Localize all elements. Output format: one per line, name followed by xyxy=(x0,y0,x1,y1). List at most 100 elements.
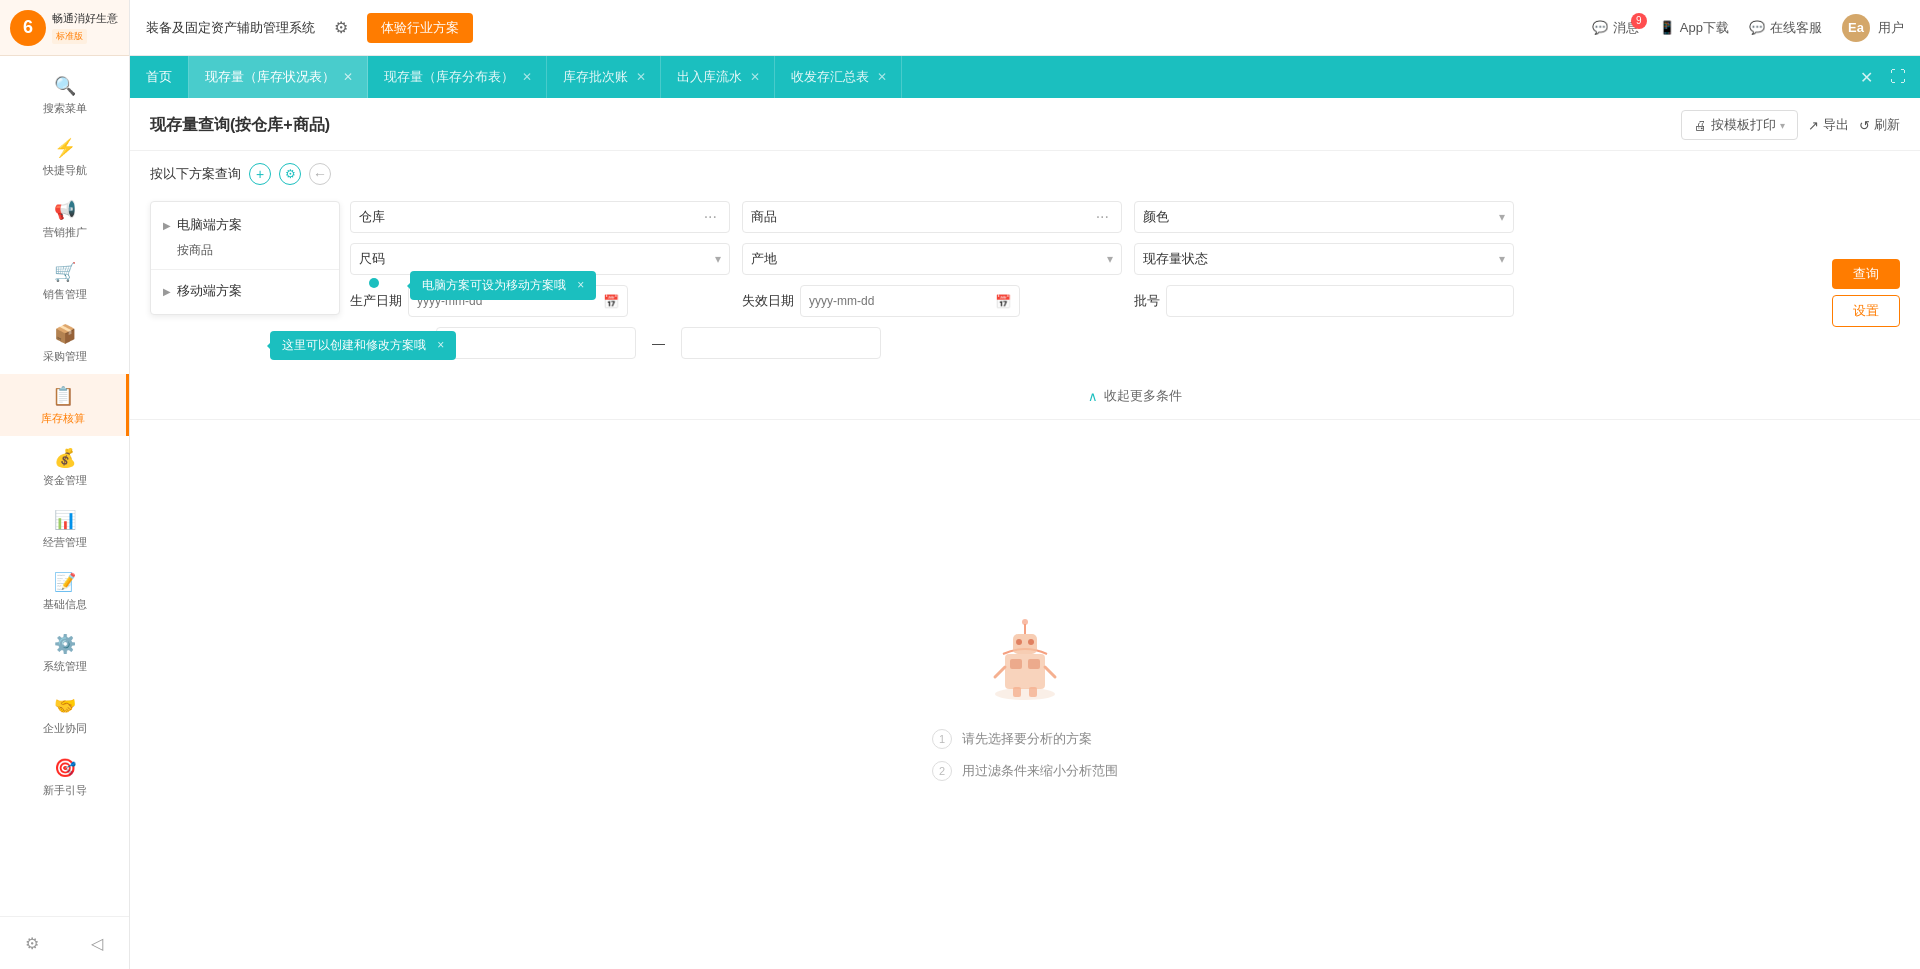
qty-from-input[interactable] xyxy=(436,327,636,359)
batch-filter[interactable] xyxy=(1166,285,1514,317)
collapse-more-btn[interactable]: ∧ 收起更多条件 xyxy=(130,379,1920,419)
exp-date-calendar-icon[interactable]: 📅 xyxy=(995,294,1011,309)
sidebar-item-sys-mgmt[interactable]: ⚙️ 系统管理 xyxy=(0,622,129,684)
tooltip-pc-scheme: 电脑方案可设为移动方案哦 × xyxy=(410,271,596,300)
scheme-sub-item[interactable]: 按商品 xyxy=(151,242,339,265)
online-support-btn[interactable]: 💬 在线客服 xyxy=(1749,19,1822,37)
warehouse-filter[interactable]: 仓库 ··· xyxy=(350,201,730,233)
tooltip-1-close[interactable]: × xyxy=(577,278,584,292)
sidebar-item-beginner[interactable]: 🎯 新手引导 xyxy=(0,746,129,808)
scheme-item-mobile[interactable]: ▶ 移动端方案 xyxy=(151,274,339,308)
sidebar-item-operations[interactable]: 📊 经营管理 xyxy=(0,498,129,560)
finance-icon: 💰 xyxy=(53,446,77,470)
message-btn[interactable]: 💬 消息 9 xyxy=(1592,19,1639,37)
search-actions: 查询 设置 xyxy=(1832,259,1900,327)
user-menu-btn[interactable]: Ea 用户 xyxy=(1842,14,1904,42)
tab-close-inventory-status[interactable]: ✕ xyxy=(343,70,353,84)
sidebar-item-enterprise[interactable]: 🤝 企业协同 xyxy=(0,684,129,746)
tab-close-inout-flow[interactable]: ✕ xyxy=(750,70,760,84)
tab-close-inventory-dist[interactable]: ✕ xyxy=(522,70,532,84)
logo-icon: 6 xyxy=(10,10,46,46)
empty-state: 1 请先选择要分析的方案 2 用过滤条件来缩小分析范围 xyxy=(130,420,1920,969)
sidebar-item-search-menu[interactable]: 🔍 搜索菜单 xyxy=(0,64,129,126)
top-header: 装备及固定资产辅助管理系统 ⚙ 体验行业方案 💬 消息 9 📱 App下载 💬 … xyxy=(130,0,1920,56)
header-settings-icon[interactable]: ⚙ xyxy=(327,14,355,42)
export-icon: ↗ xyxy=(1808,118,1819,133)
empty-step-1: 1 请先选择要分析的方案 xyxy=(932,729,1118,749)
print-btn[interactable]: 🖨 按模板打印 ▾ xyxy=(1681,110,1798,140)
filter-header-label: 按以下方案查询 xyxy=(150,165,241,183)
tab-label-inventory-status: 现存量（库存状况表） xyxy=(205,68,335,86)
tooltip-2-close[interactable]: × xyxy=(437,338,444,352)
sidebar-item-label-beginner: 新手引导 xyxy=(43,783,87,798)
stock-status-filter[interactable]: 现存量状态 ▾ xyxy=(1134,243,1514,275)
sidebar-item-inventory[interactable]: 📋 库存核算 xyxy=(0,374,129,436)
empty-steps: 1 请先选择要分析的方案 2 用过滤条件来缩小分析范围 xyxy=(932,729,1118,781)
sidebar-item-finance[interactable]: 💰 资金管理 xyxy=(0,436,129,498)
trial-button[interactable]: 体验行业方案 xyxy=(367,13,473,43)
svg-point-0 xyxy=(995,688,1055,700)
exp-date-filter[interactable]: 📅 xyxy=(800,285,1020,317)
sidebar-item-basic-info[interactable]: 📝 基础信息 xyxy=(0,560,129,622)
origin-filter[interactable]: 产地 ▾ xyxy=(742,243,1122,275)
svg-point-10 xyxy=(1028,639,1034,645)
tab-batch-ledger[interactable]: 库存批次账 ✕ xyxy=(547,56,661,98)
scheme-label-mobile: 移动端方案 xyxy=(177,282,242,300)
color-filter[interactable]: 颜色 ▾ xyxy=(1134,201,1514,233)
reset-button[interactable]: 设置 xyxy=(1832,295,1900,327)
warehouse-dots[interactable]: ··· xyxy=(700,208,721,226)
stock-status-label: 现存量状态 xyxy=(1143,250,1499,268)
goods-filter[interactable]: 商品 ··· xyxy=(742,201,1122,233)
connector-dot xyxy=(369,278,379,288)
filter-header: 按以下方案查询 + ⚙ ← xyxy=(150,163,1900,185)
scheme-label-pc: 电脑端方案 xyxy=(177,216,242,234)
print-dropdown-icon: ▾ xyxy=(1780,120,1785,131)
app-download-btn[interactable]: 📱 App下载 xyxy=(1659,19,1729,37)
tab-close-batch-ledger[interactable]: ✕ xyxy=(636,70,646,84)
sidebar-settings-btn[interactable]: ⚙ xyxy=(16,927,48,959)
tab-label-inventory-dist: 现存量（库存分布表） xyxy=(384,68,514,86)
svg-rect-8 xyxy=(1013,634,1037,654)
tab-close-recv-summary[interactable]: ✕ xyxy=(877,70,887,84)
filter-back-btn[interactable]: ← xyxy=(309,163,331,185)
prod-date-calendar-icon[interactable]: 📅 xyxy=(603,294,619,309)
goods-dots[interactable]: ··· xyxy=(1092,208,1113,226)
svg-rect-6 xyxy=(1013,687,1021,697)
qty-to-input[interactable] xyxy=(681,327,881,359)
scheme-item-pc[interactable]: ▶ 电脑端方案 xyxy=(151,208,339,242)
scheme-panel: ▶ 电脑端方案 按商品 ▶ 移动端方案 xyxy=(150,201,340,315)
tooltip-create-scheme: 这里可以创建和修改方案哦 × xyxy=(270,331,456,360)
search-button[interactable]: 查询 xyxy=(1832,259,1900,289)
tri-icon-mobile: ▶ xyxy=(163,286,171,297)
sidebar-item-marketing[interactable]: 📢 营销推广 xyxy=(0,188,129,250)
filter-settings-btn[interactable]: ⚙ xyxy=(279,163,301,185)
refresh-label: 刷新 xyxy=(1874,116,1900,134)
tab-expand-btn[interactable]: ⛶ xyxy=(1886,65,1910,89)
sidebar-item-quick-nav[interactable]: ⚡ 快捷导航 xyxy=(0,126,129,188)
tab-inventory-status[interactable]: 现存量（库存状况表） ✕ xyxy=(189,56,368,98)
exp-date-input[interactable] xyxy=(809,294,995,308)
svg-point-9 xyxy=(1016,639,1022,645)
sidebar-item-label-enterprise: 企业协同 xyxy=(43,721,87,736)
tab-close-all-btn[interactable]: ✕ xyxy=(1854,65,1878,89)
refresh-btn[interactable]: ↺ 刷新 xyxy=(1859,116,1900,134)
collapse-label: 收起更多条件 xyxy=(1104,387,1182,405)
sidebar-collapse-btn[interactable]: ◁ xyxy=(81,927,113,959)
sidebar-item-label-inventory: 库存核算 xyxy=(41,411,85,426)
filter-area-wrapper: 按以下方案查询 + ⚙ ← ▶ 电脑端方案 按商品 xyxy=(130,151,1920,419)
tab-inventory-dist[interactable]: 现存量（库存分布表） ✕ xyxy=(368,56,547,98)
print-label: 按模板打印 xyxy=(1711,116,1776,134)
tab-recv-summary[interactable]: 收发存汇总表 ✕ xyxy=(775,56,902,98)
filter-add-btn[interactable]: + xyxy=(249,163,271,185)
sys-mgmt-icon: ⚙️ xyxy=(53,632,77,656)
tab-inout-flow[interactable]: 出入库流水 ✕ xyxy=(661,56,775,98)
export-label: 导出 xyxy=(1823,116,1849,134)
export-btn[interactable]: ↗ 导出 xyxy=(1808,116,1849,134)
operations-icon: 📊 xyxy=(53,508,77,532)
sidebar-item-sales[interactable]: 🛒 销售管理 xyxy=(0,250,129,312)
header-left: 装备及固定资产辅助管理系统 ⚙ 体验行业方案 xyxy=(146,13,473,43)
goods-label: 商品 xyxy=(751,208,1092,226)
sidebar-item-label-marketing: 营销推广 xyxy=(43,225,87,240)
sidebar-item-purchase[interactable]: 📦 采购管理 xyxy=(0,312,129,374)
tab-home[interactable]: 首页 xyxy=(130,56,189,98)
